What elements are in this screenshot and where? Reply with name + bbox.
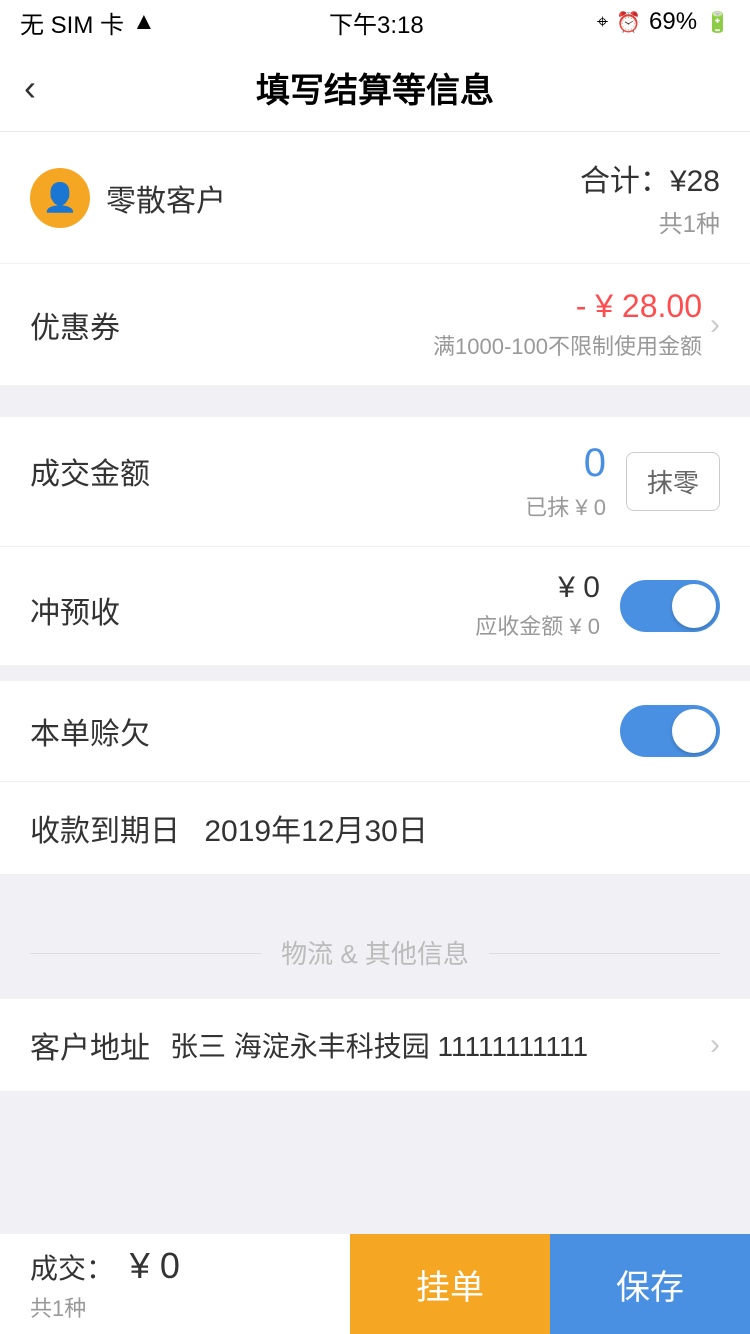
prepay-note: 应收金额 ¥ 0 xyxy=(475,609,600,641)
debt-row: 本单赊欠 xyxy=(0,681,750,781)
chevron-right-icon: › xyxy=(710,308,720,342)
total-amount: 合计：¥28 xyxy=(580,156,720,200)
toggle-knob xyxy=(672,584,716,628)
due-date-row[interactable]: 收款到期日 2019年12月30日 xyxy=(0,781,750,874)
transaction-amount: 0 xyxy=(525,441,606,486)
prepay-amount-area: ¥ 0 应收金额 ¥ 0 xyxy=(475,571,600,641)
transaction-value-area: 0 已抹 ¥ 0 xyxy=(525,441,606,522)
address-value: 张三 海淀永丰科技园 11111111111 xyxy=(170,1025,710,1065)
coupon-label: 优惠券 xyxy=(30,303,120,347)
customer-left: 👤 零散客户 xyxy=(30,168,226,228)
status-left: 无 SIM 卡 ▲ xyxy=(20,5,156,40)
due-date-value: 2019年12月30日 xyxy=(204,815,427,848)
coupon-right: - ¥ 28.00 满1000-100不限制使用金额 › xyxy=(433,288,720,361)
save-button[interactable]: 保存 xyxy=(550,1234,750,1334)
nav-bar: ‹ 填写结算等信息 xyxy=(0,44,750,132)
coupon-discount: - ¥ 28.00 xyxy=(433,288,702,325)
debt-toggle-knob xyxy=(672,709,716,753)
content-area: 👤 零散客户 合计：¥28 共1种 优惠券 - ¥ 28.00 满1000-10… xyxy=(0,132,750,1287)
prepay-row: 冲预收 ¥ 0 应收金额 ¥ 0 xyxy=(0,546,750,665)
prepay-amount: ¥ 0 xyxy=(475,571,600,605)
logistics-label: 物流 & 其他信息 xyxy=(261,934,489,971)
transaction-section: 成交金额 0 已抹 ¥ 0 抹零 冲预收 ¥ 0 应收金额 ¥ 0 xyxy=(0,417,750,665)
section-divider-1 xyxy=(0,401,750,417)
transaction-label: 成交金额 xyxy=(30,441,150,493)
status-right: ⌖ ⏰ 69% 🔋 xyxy=(597,8,730,36)
person-icon: 👤 xyxy=(43,181,78,214)
back-button[interactable]: ‹ xyxy=(24,67,36,109)
summary-label: 成交： xyxy=(30,1253,114,1284)
section-divider-2 xyxy=(0,665,750,681)
summary-amount: ¥ 0 xyxy=(130,1245,180,1286)
coupon-description: 满1000-100不限制使用金额 xyxy=(433,329,702,361)
address-label: 客户地址 xyxy=(30,1023,150,1067)
status-time: 下午3:18 xyxy=(329,5,424,40)
debt-section: 本单赊欠 收款到期日 2019年12月30日 xyxy=(0,681,750,874)
battery-label: 69% xyxy=(649,8,697,36)
debt-toggle[interactable] xyxy=(620,705,720,757)
customer-summary: 合计：¥28 共1种 xyxy=(580,156,720,239)
coupon-value-area: - ¥ 28.00 满1000-100不限制使用金额 xyxy=(433,288,702,361)
bottom-summary: 成交： ¥ 0 共1种 xyxy=(0,1245,350,1323)
logistics-section: 物流 & 其他信息 xyxy=(0,906,750,999)
due-date-label: 收款到期日 xyxy=(30,815,180,848)
customer-card: 👤 零散客户 合计：¥28 共1种 优惠券 - ¥ 28.00 满1000-10… xyxy=(0,132,750,385)
battery-icon: 🔋 xyxy=(705,10,730,35)
summary-top-row: 成交： ¥ 0 xyxy=(30,1245,320,1287)
status-bar: 无 SIM 卡 ▲ 下午3:18 ⌖ ⏰ 69% 🔋 xyxy=(0,0,750,44)
debt-label: 本单赊欠 xyxy=(30,709,150,753)
transaction-right: 0 已抹 ¥ 0 抹零 xyxy=(525,441,720,522)
prepay-label: 冲预收 xyxy=(30,580,120,632)
alarm-icon: ⏰ xyxy=(616,10,641,35)
customer-name: 零散客户 xyxy=(106,176,226,220)
location-icon: ⌖ xyxy=(597,11,608,34)
transaction-amount-row: 成交金额 0 已抹 ¥ 0 抹零 xyxy=(0,417,750,546)
summary-count: 共1种 xyxy=(30,1291,320,1323)
address-chevron-icon: › xyxy=(710,1028,720,1062)
page-title: 填写结算等信息 xyxy=(256,63,494,112)
hang-button[interactable]: 挂单 xyxy=(350,1234,550,1334)
transaction-note: 已抹 ¥ 0 xyxy=(525,490,606,522)
prepay-toggle[interactable] xyxy=(620,580,720,632)
total-count: 共1种 xyxy=(580,204,720,239)
customer-row: 👤 零散客户 合计：¥28 共1种 xyxy=(0,132,750,263)
bottom-bar: 成交： ¥ 0 共1种 挂单 保存 xyxy=(0,1234,750,1334)
round-button[interactable]: 抹零 xyxy=(626,452,720,511)
wifi-icon: ▲ xyxy=(132,8,156,36)
coupon-row[interactable]: 优惠券 - ¥ 28.00 满1000-100不限制使用金额 › xyxy=(0,263,750,385)
network-label: 无 SIM 卡 xyxy=(20,5,124,40)
prepay-right: ¥ 0 应收金额 ¥ 0 xyxy=(475,571,720,641)
section-divider-3 xyxy=(0,890,750,906)
avatar: 👤 xyxy=(30,168,90,228)
address-row[interactable]: 客户地址 张三 海淀永丰科技园 11111111111 › xyxy=(0,999,750,1091)
